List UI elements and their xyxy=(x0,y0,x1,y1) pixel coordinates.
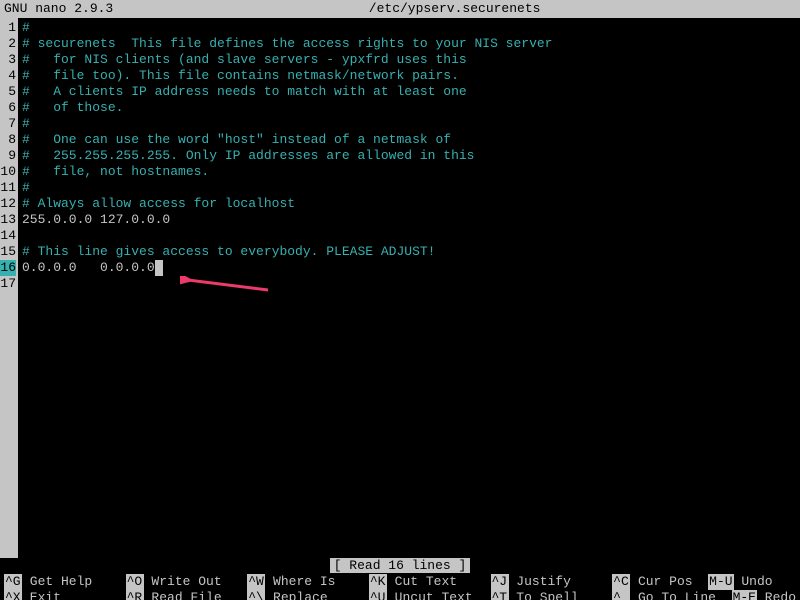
status-bar: [ Read 16 lines ] xyxy=(0,558,800,574)
code-line[interactable]: # One can use the word "host" instead of… xyxy=(22,132,800,148)
shortcut-read-file[interactable]: ^R Read File xyxy=(126,590,248,600)
shortcut-where-is[interactable]: ^W Where Is xyxy=(247,574,369,590)
shortcut-write-out[interactable]: ^O Write Out xyxy=(126,574,248,590)
line-number: 13 xyxy=(0,212,16,228)
shortcut-key: ^U xyxy=(369,590,387,600)
shortcut-key: ^W xyxy=(247,574,265,590)
shortcut-key: ^O xyxy=(126,574,144,590)
shortcut-get-help[interactable]: ^G Get Help xyxy=(4,574,126,590)
line-number: 16 xyxy=(0,260,16,276)
file-path: /etc/ypserv.securenets xyxy=(369,0,541,18)
shortcut-key: M-E xyxy=(732,590,757,600)
editor-area[interactable]: 1234567891011121314151617 ## securenets … xyxy=(0,18,800,558)
line-number: 3 xyxy=(0,52,16,68)
shortcut-key: ^R xyxy=(126,590,144,600)
shortcut-go-to-line[interactable]: ^_ Go To Line M-E Redo xyxy=(612,590,796,600)
shortcut-key: ^X xyxy=(4,590,22,600)
shortcut-key: ^_ xyxy=(612,590,630,600)
line-number: 14 xyxy=(0,228,16,244)
code-line[interactable]: # Always allow access for localhost xyxy=(22,196,800,212)
code-line[interactable]: # securenets This file defines the acces… xyxy=(22,36,800,52)
text-content[interactable]: ## securenets This file defines the acce… xyxy=(18,18,800,558)
shortcut-key: ^K xyxy=(369,574,387,590)
shortcut-to-spell[interactable]: ^T To Spell xyxy=(491,590,613,600)
shortcut-key: ^T xyxy=(491,590,509,600)
shortcut-bar: ^G Get Help^O Write Out^W Where Is^K Cut… xyxy=(0,574,800,600)
shortcut-key: ^C xyxy=(612,574,630,590)
shortcut-replace[interactable]: ^\ Replace xyxy=(247,590,369,600)
app-name: GNU nano 2.9.3 xyxy=(4,0,113,18)
line-number: 10 xyxy=(0,164,16,180)
shortcut-key: ^\ xyxy=(247,590,265,600)
shortcut-key: ^J xyxy=(491,574,509,590)
code-line[interactable]: # 255.255.255.255. Only IP addresses are… xyxy=(22,148,800,164)
shortcut-uncut-text[interactable]: ^U Uncut Text xyxy=(369,590,491,600)
line-number: 11 xyxy=(0,180,16,196)
line-number: 12 xyxy=(0,196,16,212)
line-number: 1 xyxy=(0,20,16,36)
code-line[interactable]: # A clients IP address needs to match wi… xyxy=(22,84,800,100)
shortcut-cut-text[interactable]: ^K Cut Text xyxy=(369,574,491,590)
line-number: 2 xyxy=(0,36,16,52)
shortcut-key: ^G xyxy=(4,574,22,590)
status-message: [ Read 16 lines ] xyxy=(330,558,471,573)
code-line[interactable]: # for NIS clients (and slave servers - y… xyxy=(22,52,800,68)
line-number: 7 xyxy=(0,116,16,132)
code-line[interactable] xyxy=(22,276,800,292)
code-line[interactable]: # xyxy=(22,20,800,36)
line-number: 4 xyxy=(0,68,16,84)
line-number: 9 xyxy=(0,148,16,164)
code-line[interactable]: # file, not hostnames. xyxy=(22,164,800,180)
line-number: 8 xyxy=(0,132,16,148)
line-number: 6 xyxy=(0,100,16,116)
shortcut-key: M-U xyxy=(708,574,733,590)
code-line[interactable]: # of those. xyxy=(22,100,800,116)
code-line[interactable]: # This line gives access to everybody. P… xyxy=(22,244,800,260)
code-line[interactable]: # xyxy=(22,116,800,132)
line-number: 17 xyxy=(0,276,16,292)
line-number-gutter: 1234567891011121314151617 xyxy=(0,18,18,558)
code-line[interactable]: # xyxy=(22,180,800,196)
line-number: 15 xyxy=(0,244,16,260)
shortcut-exit[interactable]: ^X Exit xyxy=(4,590,126,600)
code-line[interactable]: 255.0.0.0 127.0.0.0 xyxy=(22,212,800,228)
line-number: 5 xyxy=(0,84,16,100)
code-line[interactable]: # file too). This file contains netmask/… xyxy=(22,68,800,84)
shortcut-justify[interactable]: ^J Justify xyxy=(491,574,613,590)
code-line[interactable]: 0.0.0.0 0.0.0.0 xyxy=(22,260,800,276)
shortcut-cur-pos[interactable]: ^C Cur Pos M-U Undo xyxy=(612,574,796,590)
title-bar: GNU nano 2.9.3 /etc/ypserv.securenets xyxy=(0,0,800,18)
text-cursor xyxy=(155,260,163,276)
code-line[interactable] xyxy=(22,228,800,244)
